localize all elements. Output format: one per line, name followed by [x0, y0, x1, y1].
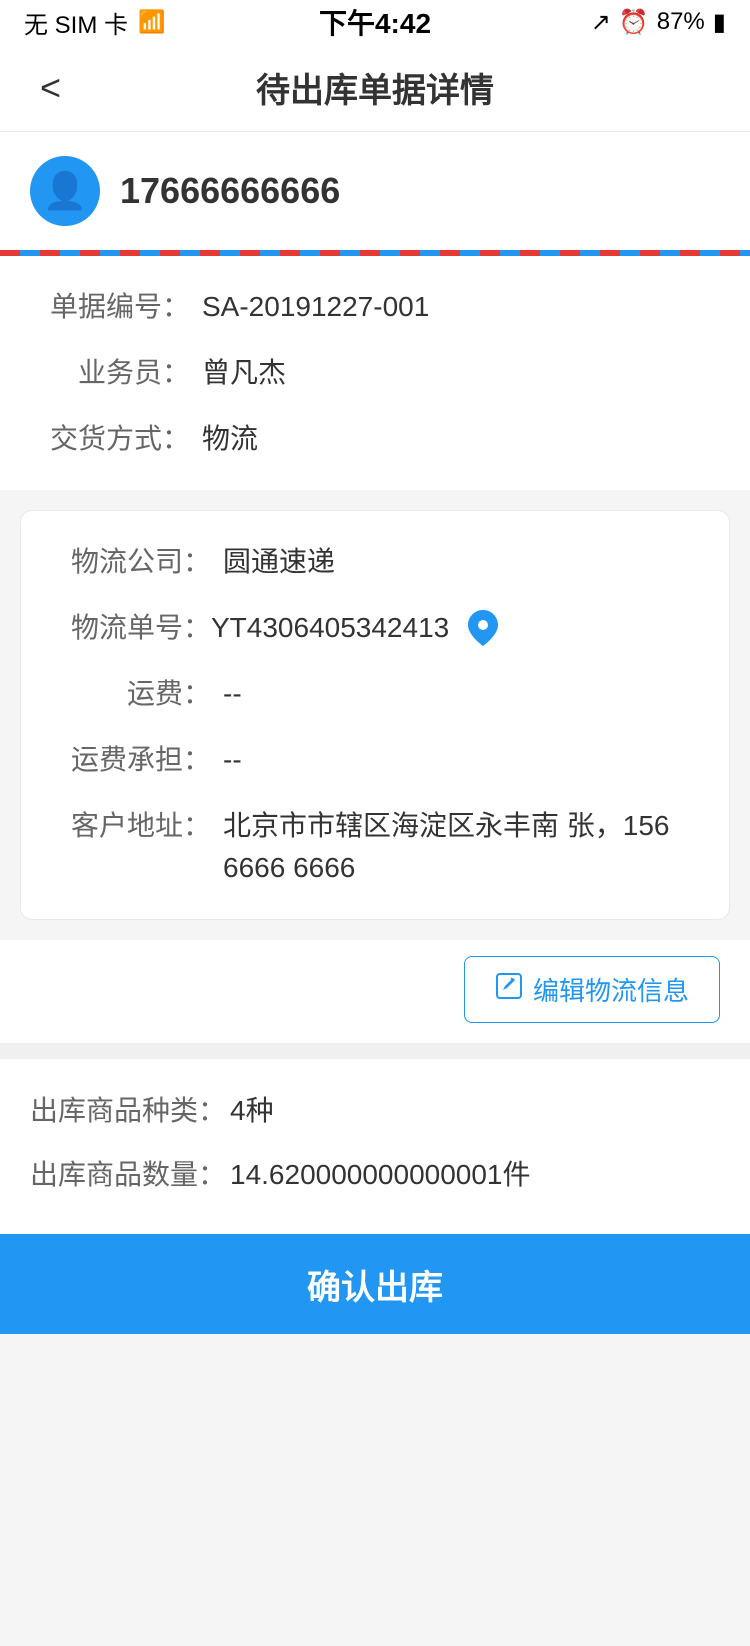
confirm-outbound-button[interactable]: 确认出库 — [0, 1234, 750, 1334]
edit-button-row: 编辑物流信息 — [0, 940, 750, 1043]
battery-percentage: 87% — [657, 8, 705, 36]
order-info-section: 单据编号： SA-20191227-001 业务员： 曾凡杰 交货方式： 物流 — [0, 256, 750, 490]
salesperson-value: 曾凡杰 — [202, 352, 720, 394]
product-quantity-value: 14.620000000000001件 — [230, 1153, 531, 1193]
freight-value: -- — [223, 673, 699, 715]
tracking-number-value: YT4306405342413 — [211, 607, 449, 649]
page-title: 待出库单据详情 — [256, 63, 494, 112]
delivery-method-label: 交货方式： — [30, 418, 190, 460]
edit-logistics-label: 编辑物流信息 — [533, 971, 689, 1008]
status-left: 无 SIM 卡 📶 — [24, 5, 165, 40]
avatar: 👤 — [30, 156, 100, 226]
address-value: 北京市市辖区海淀区永丰南 张，156 6666 6666 — [223, 805, 699, 889]
document-number-value: SA-20191227-001 — [202, 286, 720, 328]
delivery-method-row: 交货方式： 物流 — [30, 418, 720, 460]
confirm-btn-container: 确认出库 — [0, 1234, 750, 1334]
freight-bearer-value: -- — [223, 739, 699, 781]
address-row: 客户地址： 北京市市辖区海淀区永丰南 张，156 6666 6666 — [51, 805, 699, 889]
tracking-row: YT4306405342413 — [211, 607, 501, 649]
salesperson-row: 业务员： 曾凡杰 — [30, 352, 720, 394]
freight-bearer-label: 运费承担： — [51, 739, 211, 781]
address-label: 客户地址： — [51, 805, 211, 847]
logistics-company-label: 物流公司： — [51, 541, 211, 583]
location-icon: ↗ — [591, 8, 611, 37]
status-time: 下午4:42 — [319, 2, 431, 42]
salesperson-label: 业务员： — [30, 352, 190, 394]
document-number-label: 单据编号： — [30, 286, 190, 328]
logistics-company-value: 圆通速递 — [223, 541, 699, 583]
bottom-empty-area — [0, 1326, 750, 1526]
user-header: 👤 17666666666 — [0, 132, 750, 250]
carrier-text: 无 SIM 卡 — [24, 5, 128, 40]
confirm-btn-label: 确认出库 — [307, 1260, 443, 1309]
status-bar: 无 SIM 卡 📶 下午4:42 ↗ ⏰ 87% ▮ — [0, 0, 750, 44]
freight-label: 运费： — [51, 673, 211, 715]
freight-row: 运费： -- — [51, 673, 699, 715]
product-section: 出库商品种类： 4种 出库商品数量： 14.620000000000001件 — [0, 1059, 750, 1223]
content-area: 👤 17666666666 单据编号： SA-20191227-001 业务员：… — [0, 132, 750, 1646]
battery-icon: ▮ — [713, 8, 726, 37]
product-category-row: 出库商品种类： 4种 — [30, 1089, 720, 1129]
logistics-card: 物流公司： 圆通速递 物流单号： YT4306405342413 运费： -- … — [20, 510, 730, 920]
document-number-row: 单据编号： SA-20191227-001 — [30, 286, 720, 328]
avatar-icon: 👤 — [43, 170, 88, 212]
status-right: ↗ ⏰ 87% ▮ — [591, 8, 726, 37]
wifi-icon: 📶 — [138, 9, 165, 35]
section-divider — [0, 1043, 750, 1059]
alarm-icon: ⏰ — [619, 8, 649, 37]
back-button[interactable]: < — [30, 57, 71, 119]
user-phone: 17666666666 — [120, 170, 340, 212]
map-pin-icon[interactable] — [465, 610, 501, 646]
logistics-company-row: 物流公司： 圆通速递 — [51, 541, 699, 583]
delivery-method-value: 物流 — [202, 418, 720, 460]
tracking-label: 物流单号： — [51, 607, 211, 649]
product-quantity-row: 出库商品数量： 14.620000000000001件 — [30, 1153, 720, 1193]
product-category-label: 出库商品种类： — [30, 1089, 230, 1129]
tracking-number-row: 物流单号： YT4306405342413 — [51, 607, 699, 649]
product-quantity-label: 出库商品数量： — [30, 1153, 230, 1193]
freight-bearer-row: 运费承担： -- — [51, 739, 699, 781]
edit-icon — [495, 972, 523, 1007]
edit-logistics-button[interactable]: 编辑物流信息 — [464, 956, 720, 1023]
nav-bar: < 待出库单据详情 — [0, 44, 750, 132]
product-category-value: 4种 — [230, 1089, 274, 1129]
